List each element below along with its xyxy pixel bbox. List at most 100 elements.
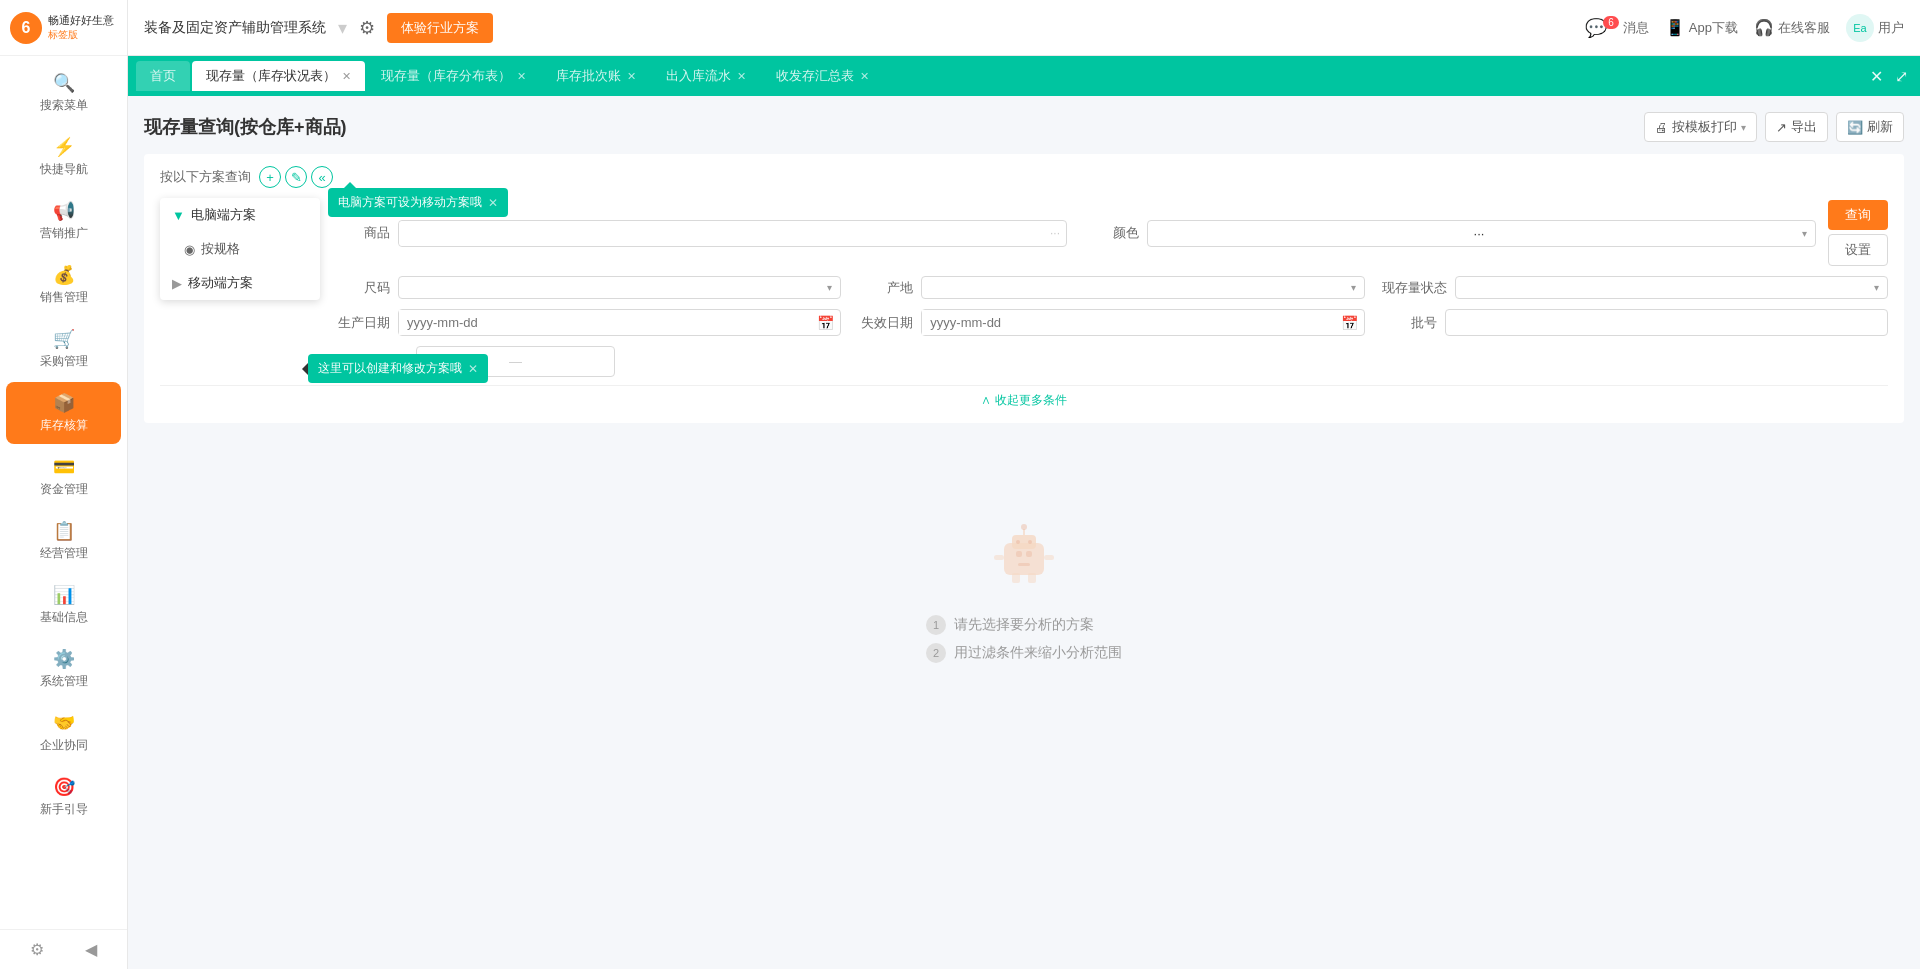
- tab-batch-account[interactable]: 库存批次账 ✕: [542, 61, 650, 91]
- finance-icon: 💳: [53, 456, 75, 478]
- sidebar-item-purchase[interactable]: 🛒 采购管理: [6, 318, 121, 380]
- settings-btn[interactable]: ⚙: [30, 940, 44, 959]
- empty-step-2: 2 用过滤条件来缩小分析范围: [926, 643, 1122, 663]
- search-menu-icon: 🔍: [53, 72, 75, 94]
- sidebar-item-cooperation[interactable]: 🤝 企业协同: [6, 702, 121, 764]
- page-actions: 🖨 按模板打印 ▾ ↗ 导出 🔄 刷新: [1644, 112, 1904, 142]
- scheme-item-pc[interactable]: ▼ 电脑端方案: [160, 198, 320, 232]
- edit-tooltip-close[interactable]: ✕: [468, 362, 478, 376]
- stock-status-select[interactable]: ▾: [1455, 276, 1888, 299]
- svg-rect-7: [994, 555, 1004, 560]
- sidebar-item-operations[interactable]: 📋 经营管理: [6, 510, 121, 572]
- add-scheme-btn[interactable]: +: [259, 166, 281, 188]
- online-service-item[interactable]: 🎧 在线客服: [1754, 18, 1830, 37]
- page-header: 现存量查询(按仓库+商品) 🖨 按模板打印 ▾ ↗ 导出 🔄 刷新: [144, 112, 1904, 142]
- print-dropdown-icon: ▾: [1741, 122, 1746, 133]
- field-color: 颜色 ··· ▾: [1079, 220, 1816, 247]
- expire-date-calendar-icon[interactable]: 📅: [1335, 315, 1364, 331]
- sidebar-item-marketing[interactable]: 📢 营销推广: [6, 190, 121, 252]
- export-btn[interactable]: ↗ 导出: [1765, 112, 1828, 142]
- query-btn[interactable]: 查询: [1828, 200, 1888, 230]
- sidebar-menu: 🔍 搜索菜单 ⚡ 快捷导航 📢 营销推广 💰 销售管理 🛒 采购管理 📦 库存核…: [0, 56, 127, 929]
- tab-close-inout-flow[interactable]: ✕: [737, 70, 746, 83]
- app-download-item[interactable]: 📱 App下载: [1665, 18, 1738, 37]
- svg-point-12: [1021, 524, 1027, 530]
- batch-input[interactable]: [1445, 309, 1888, 336]
- origin-select[interactable]: ▾: [921, 276, 1364, 299]
- topbar-settings-icon[interactable]: ⚙: [359, 17, 375, 39]
- tab-inventory-dist[interactable]: 现存量（库存分布表） ✕: [367, 61, 540, 91]
- industry-btn[interactable]: 体验行业方案: [387, 13, 493, 43]
- field-produce-date: 生产日期 📅: [330, 309, 841, 336]
- sidebar-item-quick-nav[interactable]: ⚡ 快捷导航: [6, 126, 121, 188]
- quick-nav-icon: ⚡: [53, 136, 75, 158]
- svg-rect-6: [1018, 563, 1030, 566]
- tab-receive-summary[interactable]: 收发存汇总表 ✕: [762, 61, 883, 91]
- search-row-2: 尺码 ▾ 产地 ▾: [330, 276, 1888, 299]
- marketing-icon: 📢: [53, 200, 75, 222]
- edit-scheme-btn[interactable]: ✎: [285, 166, 307, 188]
- tab-close-batch-account[interactable]: ✕: [627, 70, 636, 83]
- sidebar-item-inventory[interactable]: 📦 库存核算: [6, 382, 121, 444]
- size-select[interactable]: ▾: [398, 276, 841, 299]
- tab-home[interactable]: 首页: [136, 61, 190, 91]
- logo-text: 畅通好好生意 标签版: [48, 13, 114, 42]
- sidebar-item-system[interactable]: ⚙️ 系统管理: [6, 638, 121, 700]
- scheme-header-btns: + ✎ «: [259, 166, 333, 188]
- scheme-item-mobile[interactable]: ▶ 移动端方案: [160, 266, 320, 300]
- sidebar-item-finance[interactable]: 💳 资金管理: [6, 446, 121, 508]
- produce-date-calendar-icon[interactable]: 📅: [811, 315, 840, 331]
- field-goods: 商品 ···: [330, 220, 1067, 247]
- tab-close-receive-summary[interactable]: ✕: [860, 70, 869, 83]
- empty-illustration: [984, 515, 1064, 595]
- pc-tooltip-close[interactable]: ✕: [488, 196, 498, 210]
- tabbar: 首页 现存量（库存状况表） ✕ 现存量（库存分布表） ✕ 库存批次账 ✕ 出入库…: [128, 56, 1920, 96]
- search-action-btns: 查询 设置: [1828, 200, 1888, 266]
- goods-input[interactable]: [399, 221, 1044, 246]
- main-area: 装备及固定资产辅助管理系统 ▾ ⚙ 体验行业方案 💬 6 消息 📱 App下载 …: [128, 0, 1920, 969]
- produce-date-input[interactable]: [399, 310, 811, 335]
- svg-point-3: [1028, 540, 1032, 544]
- tab-close-inventory-dist[interactable]: ✕: [517, 70, 526, 83]
- collapse-sidebar-btn[interactable]: ◀: [85, 940, 97, 959]
- back-scheme-btn[interactable]: «: [311, 166, 333, 188]
- search-panel: 按以下方案查询 + ✎ « ▼ 电脑端方案 ◉ 按规格: [144, 154, 1904, 423]
- tabbar-right-btns: ✕ ⤢: [1866, 65, 1912, 88]
- svg-rect-4: [1016, 551, 1022, 557]
- print-btn[interactable]: 🖨 按模板打印 ▾: [1644, 112, 1757, 142]
- collapse-bar[interactable]: ∧ 收起更多条件: [160, 385, 1888, 415]
- sidebar-item-guide[interactable]: 🎯 新手引导: [6, 766, 121, 828]
- logo-icon: 6: [10, 12, 42, 44]
- tab-close-inventory-status[interactable]: ✕: [342, 70, 351, 83]
- search-panel-header: 按以下方案查询 + ✎ «: [160, 166, 1888, 188]
- stock-qty-to[interactable]: [526, 349, 606, 374]
- avatar: Ea: [1846, 14, 1874, 42]
- tab-inout-flow[interactable]: 出入库流水 ✕: [652, 61, 760, 91]
- tab-close-all-btn[interactable]: ✕: [1866, 65, 1887, 88]
- system-icon: ⚙️: [53, 648, 75, 670]
- inventory-icon: 📦: [53, 392, 75, 414]
- scheme-item-spec[interactable]: ◉ 按规格: [160, 232, 320, 266]
- search-fields: 商品 ··· 颜色 ··· ▾: [330, 200, 1888, 377]
- sidebar-item-basic-info[interactable]: 📊 基础信息: [6, 574, 121, 636]
- topbar-left: 装备及固定资产辅助管理系统 ▾ ⚙ 体验行业方案: [144, 13, 493, 43]
- sidebar-item-sales[interactable]: 💰 销售管理: [6, 254, 121, 316]
- sidebar-item-search-menu[interactable]: 🔍 搜索菜单: [6, 62, 121, 124]
- pc-tooltip: 电脑方案可设为移动方案哦 ✕: [328, 188, 508, 217]
- sidebar: 6 畅通好好生意 标签版 🔍 搜索菜单 ⚡ 快捷导航 📢 营销推广 💰 销售管理…: [0, 0, 128, 969]
- svg-rect-5: [1026, 551, 1032, 557]
- topbar-dropdown-icon[interactable]: ▾: [338, 17, 347, 39]
- reset-btn[interactable]: 设置: [1828, 234, 1888, 266]
- message-badge: 6: [1603, 16, 1619, 29]
- refresh-btn[interactable]: 🔄 刷新: [1836, 112, 1904, 142]
- produce-date-wrap: 📅: [398, 309, 841, 336]
- search-label: 按以下方案查询: [160, 168, 251, 186]
- goods-more-icon[interactable]: ···: [1044, 226, 1066, 240]
- tab-maximize-btn[interactable]: ⤢: [1891, 65, 1912, 88]
- color-select[interactable]: ··· ▾: [1147, 220, 1816, 247]
- edit-tooltip: 这里可以创建和修改方案哦 ✕: [308, 354, 488, 383]
- tab-inventory-status[interactable]: 现存量（库存状况表） ✕: [192, 61, 365, 91]
- expire-date-input[interactable]: [922, 310, 1334, 335]
- message-item[interactable]: 💬 6 消息: [1585, 17, 1649, 39]
- user-item[interactable]: Ea 用户: [1846, 14, 1904, 42]
